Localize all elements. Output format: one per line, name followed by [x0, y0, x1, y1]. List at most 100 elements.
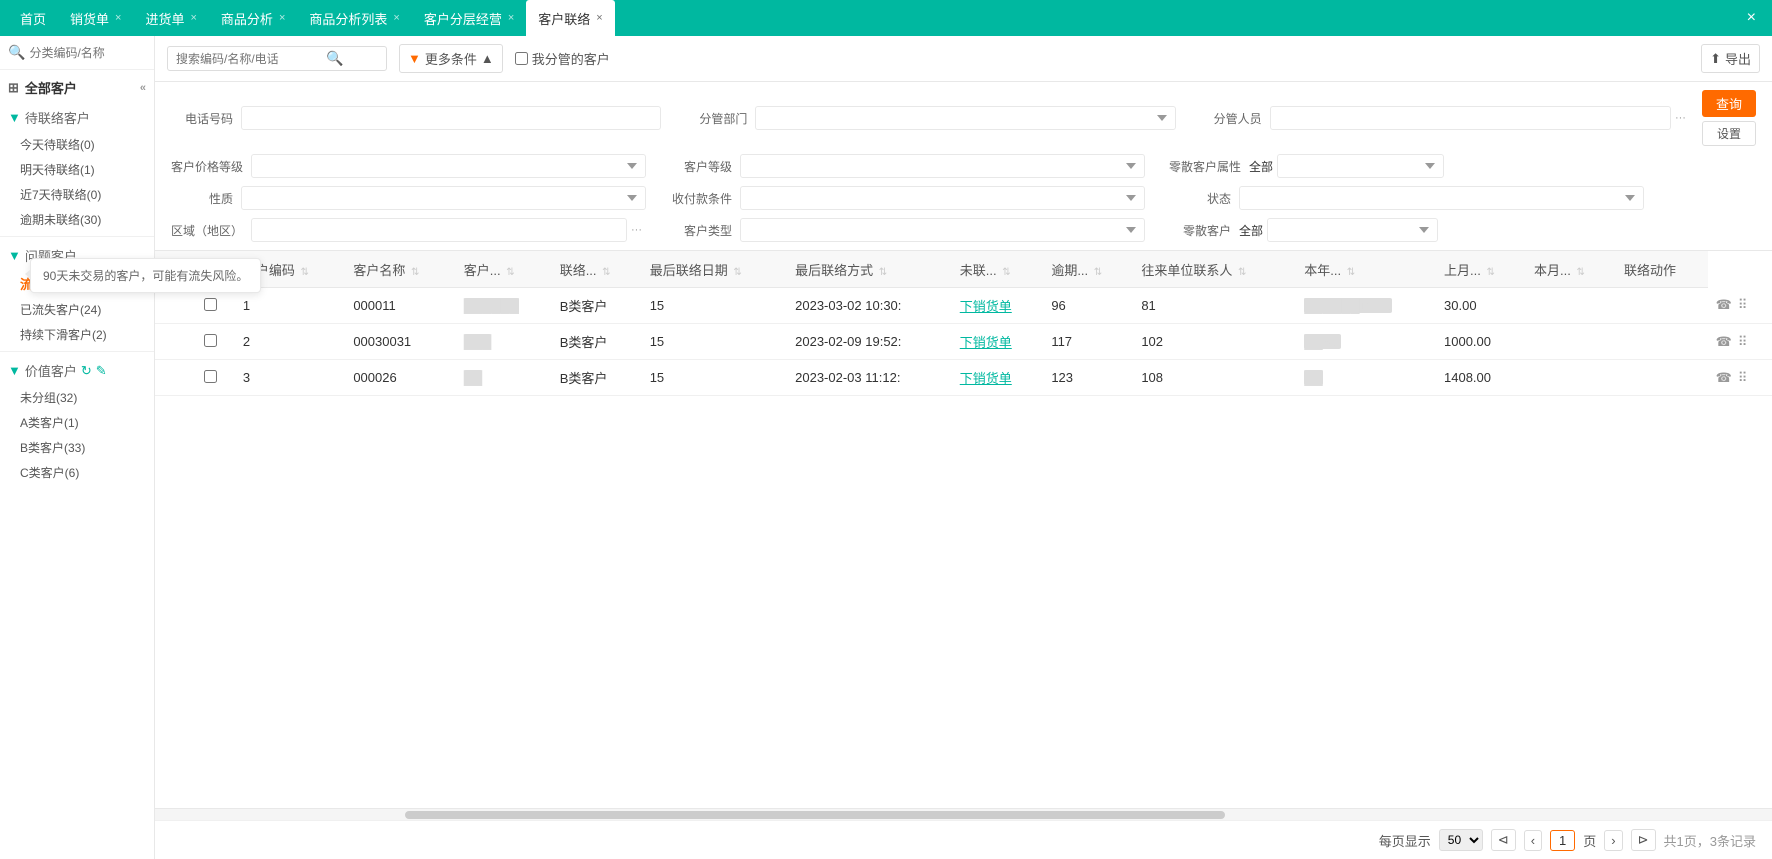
th-name[interactable]: 客户名称 ⇅ [345, 251, 455, 288]
contact-icon[interactable]: ☎ [1716, 297, 1732, 313]
th-last-method[interactable]: 最后联络方式 ⇅ [787, 251, 952, 288]
edit-icon[interactable]: ✎ [96, 363, 107, 379]
prev-page-btn[interactable]: ‹ [1524, 830, 1542, 851]
retail-attr-select[interactable] [1277, 154, 1444, 178]
th-last-date[interactable]: 最后联络日期 ⇅ [642, 251, 787, 288]
price-level-select[interactable] [251, 154, 646, 178]
th-this-month[interactable]: 本月... ⇅ [1526, 251, 1616, 288]
nature-select[interactable] [241, 186, 646, 210]
row-checkbox[interactable] [204, 334, 217, 347]
sidebar-item-c-class[interactable]: C类客户(6) [0, 460, 154, 485]
sidebar-item-churned[interactable]: 已流失客户(24) [0, 297, 154, 322]
sidebar-item-ungrouped[interactable]: 未分组(32) [0, 385, 154, 410]
nav-close-sales[interactable]: × [115, 12, 121, 24]
search-input[interactable] [176, 52, 326, 66]
manager-input[interactable] [1270, 106, 1671, 130]
filter-customer-type: 客户类型 [670, 218, 1145, 242]
nav-analysis-list[interactable]: 商品分析列表 × [297, 0, 411, 36]
sort-icon-not-contacted: ⇅ [1002, 267, 1010, 278]
cell-overdue: 102 [1133, 324, 1296, 360]
scroll-thumb[interactable] [405, 811, 1225, 819]
export-button[interactable]: ⬆ 导出 [1701, 44, 1760, 73]
per-page-select[interactable]: 50 [1439, 829, 1483, 851]
nav-analysis[interactable]: 商品分析 × [209, 0, 297, 36]
nav-purchase[interactable]: 进货单 × [133, 0, 208, 36]
department-select[interactable] [755, 106, 1175, 130]
nav-close-customer-tier[interactable]: × [508, 12, 514, 24]
refresh-icon[interactable]: ↻ [81, 363, 92, 379]
region-more-btn[interactable]: ··· [627, 224, 646, 236]
sidebar-item-tomorrow[interactable]: 明天待联络(1) [0, 157, 154, 182]
row-checkbox[interactable] [204, 370, 217, 383]
nav-customer-tier[interactable]: 客户分层经营 × [412, 0, 526, 36]
cell-last-method: 下销货单 [952, 288, 1044, 324]
th-year-amount[interactable]: 本年... ⇅ [1296, 251, 1436, 288]
sidebar-item-overdue[interactable]: 逾期未联络(30) [0, 207, 154, 232]
horizontal-scrollbar[interactable] [155, 808, 1772, 820]
more-actions-icon[interactable]: ⠿ [1738, 297, 1748, 313]
nav-close-customer-contact[interactable]: × [596, 12, 602, 24]
sidebar-all-customers[interactable]: ⊞ 全部客户 « [0, 70, 154, 103]
sort-icon-this-month: ⇅ [1577, 267, 1585, 278]
customer-level-select[interactable] [740, 154, 1145, 178]
pagination: 每页显示 50 ⊲ ‹ 1 页 › ⊳ 共1页，3条记录 [155, 820, 1772, 859]
sidebar-item-today[interactable]: 今天待联络(0) [0, 132, 154, 157]
filter-customer-level: 客户等级 [670, 154, 1145, 178]
sidebar-group-title-pending[interactable]: ▼ 待联络客户 [0, 103, 154, 132]
customer-type-select[interactable] [740, 218, 1145, 242]
sort-icon-last-method: ⇅ [879, 267, 887, 278]
nav-close-analysis[interactable]: × [279, 12, 285, 24]
last-page-btn[interactable]: ⊳ [1631, 829, 1656, 851]
nav-close-all[interactable]: × [1739, 9, 1764, 27]
sidebar-item-7days[interactable]: 近7天待联络(0) [0, 182, 154, 207]
row-checkbox[interactable] [204, 298, 217, 311]
sidebar-item-b-class[interactable]: B类客户(33) [0, 435, 154, 460]
payment-select[interactable] [740, 186, 1145, 210]
sidebar-item-a-class[interactable]: A类客户(1) [0, 410, 154, 435]
cell-name: ███ [456, 324, 552, 360]
my-customers-checkbox[interactable]: 我分管的客户 [515, 49, 610, 68]
th-contact-person[interactable]: 往来单位联系人 ⇅ [1133, 251, 1296, 288]
th-contact[interactable]: 联络... ⇅ [552, 251, 642, 288]
cell-type: B类客户 [552, 288, 642, 324]
nav-close-analysis-list[interactable]: × [393, 12, 399, 24]
cell-settings [155, 360, 196, 396]
contact-method-link[interactable]: 下销货单 [960, 299, 1012, 314]
more-actions-icon[interactable]: ⠿ [1738, 334, 1748, 350]
next-page-btn[interactable]: › [1604, 830, 1622, 851]
cell-code: 000026 [345, 360, 455, 396]
contact-method-link[interactable]: 下销货单 [960, 371, 1012, 386]
sidebar-item-declining[interactable]: 持续下滑客户(2) [0, 322, 154, 347]
query-button[interactable]: 查询 [1702, 90, 1756, 117]
status-select[interactable] [1239, 186, 1644, 210]
cell-checkbox [196, 360, 235, 396]
contact-icon[interactable]: ☎ [1716, 370, 1732, 386]
settings-button[interactable]: 设置 [1702, 121, 1756, 146]
search-button-icon[interactable]: 🔍 [326, 50, 343, 67]
sidebar-search-input[interactable] [29, 46, 155, 60]
nav-home[interactable]: 首页 [8, 0, 58, 36]
filter-nature: 性质 [171, 186, 646, 210]
contact-icon[interactable]: ☎ [1716, 334, 1732, 350]
nav-close-purchase[interactable]: × [190, 12, 196, 24]
region-input[interactable] [251, 218, 627, 242]
th-not-contacted[interactable]: 未联... ⇅ [952, 251, 1044, 288]
cell-last-method: 下销货单 [952, 324, 1044, 360]
phone-input[interactable] [241, 106, 661, 130]
retail-customer-select[interactable] [1267, 218, 1438, 242]
arrow-icon-pending: ▼ [8, 110, 21, 125]
more-conditions-button[interactable]: ▼ 更多条件 ▲ [399, 44, 503, 73]
th-last-month[interactable]: 上月... ⇅ [1436, 251, 1526, 288]
sidebar-group-title-value[interactable]: ▼ 价值客户 ↻ ✎ [0, 356, 154, 385]
th-type[interactable]: 客户... ⇅ [456, 251, 552, 288]
nav-sales[interactable]: 销货单 × [58, 0, 133, 36]
th-overdue[interactable]: 逾期... ⇅ [1043, 251, 1133, 288]
contact-method-link[interactable]: 下销货单 [960, 335, 1012, 350]
nav-customer-contact[interactable]: 客户联络 × [526, 0, 614, 36]
more-actions-icon[interactable]: ⠿ [1738, 370, 1748, 386]
cell-code: 00030031 [345, 324, 455, 360]
manager-more-btn[interactable]: ··· [1671, 112, 1690, 124]
table-header: ⚙ 客户编码 ⇅ 客户名称 ⇅ [155, 251, 1772, 288]
first-page-btn[interactable]: ⊲ [1491, 829, 1516, 851]
filter-payment: 收付款条件 [670, 186, 1145, 210]
